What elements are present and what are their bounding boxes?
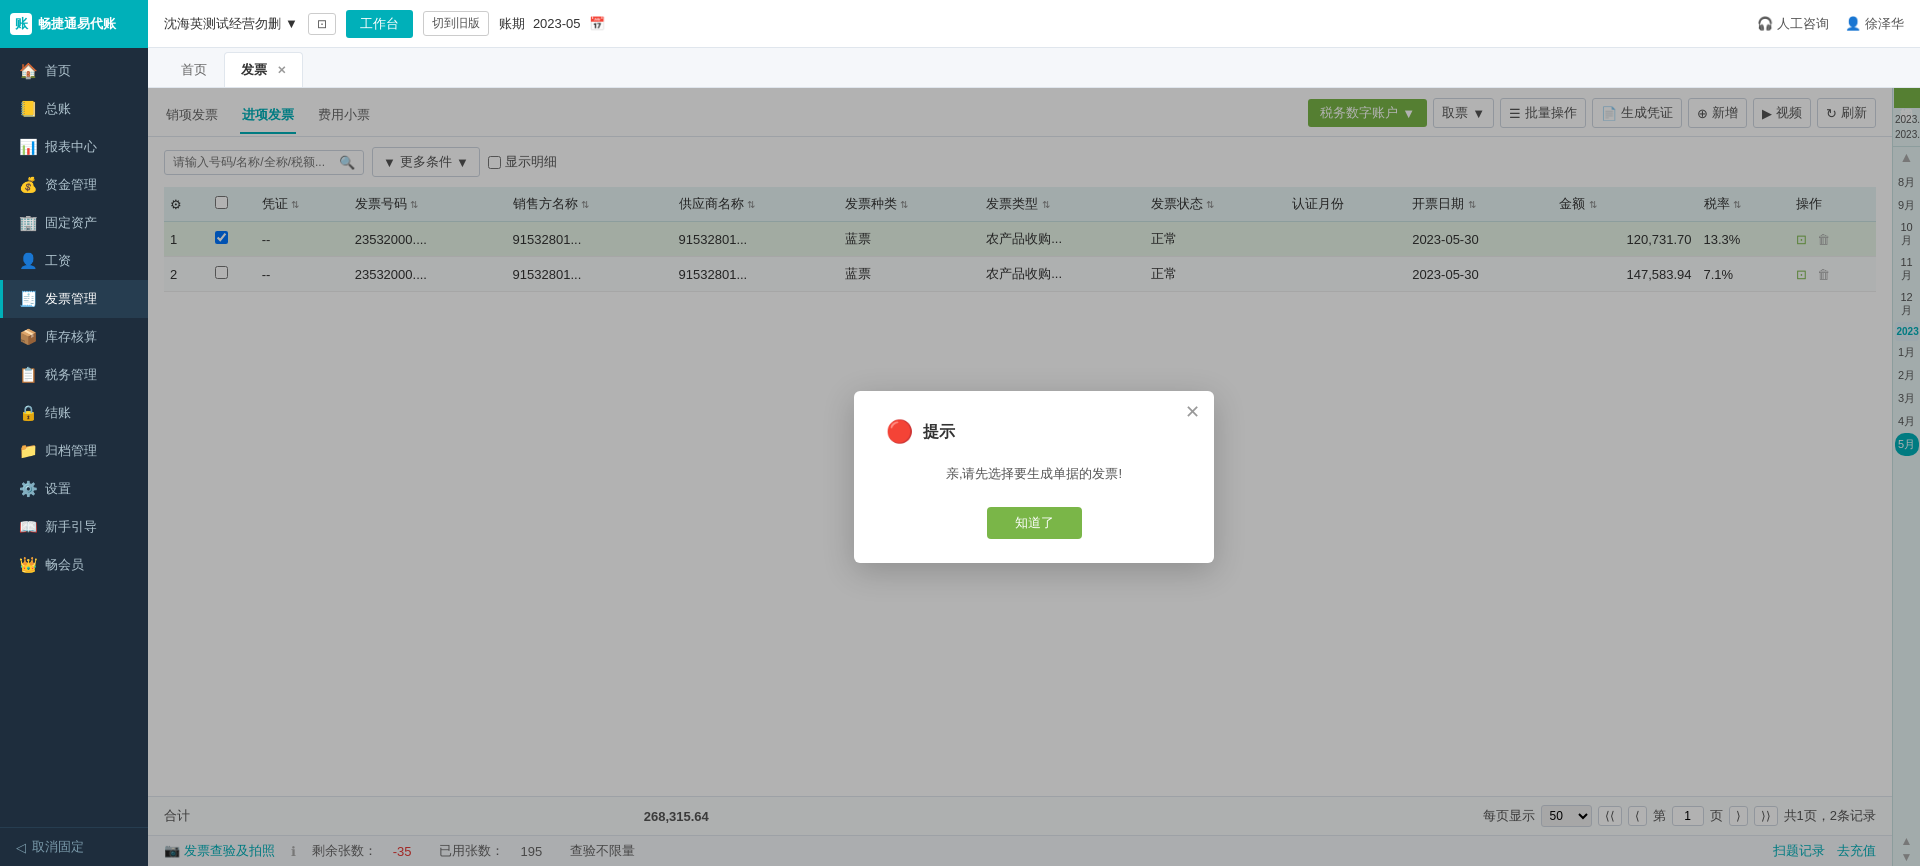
support-label: 人工咨询 — [1777, 15, 1829, 33]
invoice-icon: 🧾 — [19, 290, 37, 308]
period-value: 2023-05 — [533, 16, 581, 31]
topbar: 沈海英测试经营勿删 ▼ ⊡ 工作台 切到旧版 账期 2023-05 📅 🎧 人工… — [148, 0, 1920, 48]
sidebar-item-label: 税务管理 — [45, 366, 97, 384]
ledger-icon: 📒 — [19, 100, 37, 118]
calendar-icon: 📅 — [589, 16, 605, 31]
workspace-btn[interactable]: 工作台 — [346, 10, 413, 38]
sidebar-item-inventory[interactable]: 📦 库存核算 — [0, 318, 148, 356]
tab-invoice[interactable]: 发票 ✕ — [224, 52, 303, 87]
sidebar-item-label: 资金管理 — [45, 176, 97, 194]
sidebar-item-invoice[interactable]: 🧾 发票管理 — [0, 280, 148, 318]
dialog-header: 🔴 提示 — [886, 419, 1182, 445]
sidebar-item-label: 首页 — [45, 62, 71, 80]
dialog-ok-btn[interactable]: 知道了 — [987, 507, 1082, 539]
sidebar-item-reports[interactable]: 📊 报表中心 — [0, 128, 148, 166]
tab-home-label: 首页 — [181, 62, 207, 77]
content-area: 销项发票 进项发票 费用小票 税务数字账户 ▼ 取票 ▼ — [148, 88, 1920, 866]
reports-icon: 📊 — [19, 138, 37, 156]
sidebar-item-label: 畅会员 — [45, 556, 84, 574]
company-name: 沈海英测试经营勿删 — [164, 15, 281, 33]
sidebar-item-label: 设置 — [45, 480, 71, 498]
sidebar-item-label: 固定资产 — [45, 214, 97, 232]
member-icon: 👑 — [19, 556, 37, 574]
archive-icon: 📁 — [19, 442, 37, 460]
tabbar: 首页 发票 ✕ — [148, 48, 1920, 88]
tax-icon: 📋 — [19, 366, 37, 384]
sidebar-item-label: 报表中心 — [45, 138, 97, 156]
app-logo: 账 畅捷通易代账 — [0, 0, 148, 48]
support-btn[interactable]: 🎧 人工咨询 — [1757, 15, 1829, 33]
cancel-fixed-btn[interactable]: ◁ 取消固定 — [0, 827, 148, 866]
sidebar-item-label: 归档管理 — [45, 442, 97, 460]
funds-icon: 💰 — [19, 176, 37, 194]
topbar-right: 🎧 人工咨询 👤 徐泽华 — [1757, 15, 1904, 33]
user-avatar-icon: 👤 — [1845, 16, 1861, 31]
settings-icon: ⚙️ — [19, 480, 37, 498]
period-label: 账期 — [499, 15, 525, 33]
dialog: ✕ 🔴 提示 亲,请先选择要生成单据的发票! 知道了 — [854, 391, 1214, 563]
sidebar-nav: 🏠 首页 📒 总账 📊 报表中心 💰 资金管理 🏢 固定资产 👤 工资 🧾 发票… — [0, 48, 148, 827]
dialog-title: 提示 — [923, 422, 955, 443]
sidebar-item-member[interactable]: 👑 畅会员 — [0, 546, 148, 584]
sidebar-item-label: 总账 — [45, 100, 71, 118]
tab-home[interactable]: 首页 — [164, 52, 224, 87]
sidebar-item-closing[interactable]: 🔒 结账 — [0, 394, 148, 432]
dialog-body: 亲,请先选择要生成单据的发票! — [886, 465, 1182, 483]
closing-icon: 🔒 — [19, 404, 37, 422]
logo-text: 畅捷通易代账 — [38, 15, 116, 33]
company-dropdown-icon: ▼ — [285, 16, 298, 31]
dialog-close-btn[interactable]: ✕ — [1185, 403, 1200, 421]
salary-icon: 👤 — [19, 252, 37, 270]
sidebar-item-label: 新手引导 — [45, 518, 97, 536]
home-icon: 🏠 — [19, 62, 37, 80]
sidebar-item-assets[interactable]: 🏢 固定资产 — [0, 204, 148, 242]
sidebar-item-label: 工资 — [45, 252, 71, 270]
user-menu[interactable]: 👤 徐泽华 — [1845, 15, 1904, 33]
period-display: 账期 2023-05 📅 — [499, 15, 605, 33]
logo-icon: 账 — [10, 13, 32, 35]
sidebar-item-label: 库存核算 — [45, 328, 97, 346]
inventory-icon: 📦 — [19, 328, 37, 346]
cancel-fixed-label: 取消固定 — [32, 838, 84, 856]
sidebar-item-salary[interactable]: 👤 工资 — [0, 242, 148, 280]
guide-icon: 📖 — [19, 518, 37, 536]
sidebar-item-tax[interactable]: 📋 税务管理 — [0, 356, 148, 394]
headset-icon: 🎧 — [1757, 16, 1773, 31]
pin-icon: ◁ — [16, 840, 26, 855]
copy-company-btn[interactable]: ⊡ — [308, 13, 336, 35]
sidebar-item-ledger[interactable]: 📒 总账 — [0, 90, 148, 128]
sidebar-item-home[interactable]: 🏠 首页 — [0, 52, 148, 90]
sidebar-item-guide[interactable]: 📖 新手引导 — [0, 508, 148, 546]
sidebar-item-label: 结账 — [45, 404, 71, 422]
company-selector[interactable]: 沈海英测试经营勿删 ▼ — [164, 15, 298, 33]
tab-close-icon[interactable]: ✕ — [277, 64, 286, 76]
user-name: 徐泽华 — [1865, 15, 1904, 33]
main-area: 沈海英测试经营勿删 ▼ ⊡ 工作台 切到旧版 账期 2023-05 📅 🎧 人工… — [148, 0, 1920, 866]
assets-icon: 🏢 — [19, 214, 37, 232]
sidebar: 账 畅捷通易代账 🏠 首页 📒 总账 📊 报表中心 💰 资金管理 🏢 固定资产 … — [0, 0, 148, 866]
dialog-warning-icon: 🔴 — [886, 419, 913, 445]
sidebar-item-label: 发票管理 — [45, 290, 97, 308]
switch-old-btn[interactable]: 切到旧版 — [423, 11, 489, 36]
modal-overlay: ✕ 🔴 提示 亲,请先选择要生成单据的发票! 知道了 — [148, 88, 1920, 866]
dialog-message: 亲,请先选择要生成单据的发票! — [946, 466, 1122, 481]
dialog-footer: 知道了 — [886, 507, 1182, 539]
sidebar-item-settings[interactable]: ⚙️ 设置 — [0, 470, 148, 508]
sidebar-item-funds[interactable]: 💰 资金管理 — [0, 166, 148, 204]
tab-invoice-label: 发票 — [241, 62, 267, 77]
sidebar-item-archive[interactable]: 📁 归档管理 — [0, 432, 148, 470]
